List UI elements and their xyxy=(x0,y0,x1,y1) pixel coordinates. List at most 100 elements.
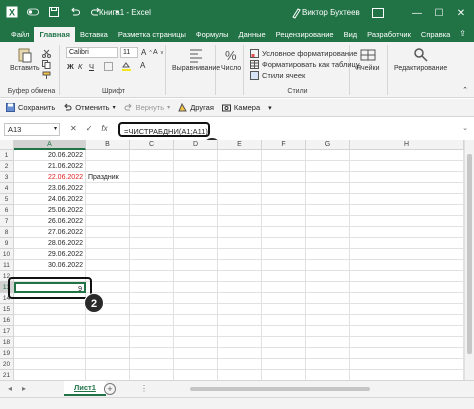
grid-cell[interactable] xyxy=(218,304,262,315)
grid-cell[interactable] xyxy=(262,337,306,348)
grid-cell[interactable] xyxy=(306,194,350,205)
grid-cell[interactable] xyxy=(262,205,306,216)
grid-cell[interactable] xyxy=(174,216,218,227)
grid-cell[interactable] xyxy=(130,238,174,249)
grid-cell[interactable] xyxy=(14,304,86,315)
spreadsheet-grid[interactable]: A B C D E F G H 1 20.06.2022 2 21.06.2022 3 2… xyxy=(0,140,474,380)
grid-cell[interactable] xyxy=(130,227,174,238)
grid-cell[interactable]: 20.06.2022 xyxy=(14,150,86,161)
grid-cell[interactable] xyxy=(14,370,86,380)
grid-cell[interactable] xyxy=(174,326,218,337)
grid-cell[interactable] xyxy=(174,194,218,205)
expand-formula-bar-icon[interactable]: ⌄ xyxy=(462,124,468,132)
grid-cell[interactable] xyxy=(218,271,262,282)
maximize-button[interactable]: ☐ xyxy=(430,4,448,22)
grow-font-icon[interactable]: A ^ xyxy=(141,48,152,57)
grid-cell[interactable] xyxy=(306,238,350,249)
grid-cell[interactable] xyxy=(86,260,130,271)
font-size-select[interactable]: 11 xyxy=(120,47,138,58)
row-header[interactable]: 2 xyxy=(0,161,14,172)
undo-button[interactable]: Отменить ▾ xyxy=(63,103,116,112)
grid-cell[interactable] xyxy=(174,172,218,183)
cancel-formula-icon[interactable]: ✕ xyxy=(70,124,77,133)
grid-cell[interactable] xyxy=(262,172,306,183)
row-header[interactable]: 8 xyxy=(0,227,14,238)
format-painter-button[interactable] xyxy=(42,71,51,80)
minimize-button[interactable]: — xyxy=(408,4,426,22)
grid-cell[interactable] xyxy=(130,216,174,227)
font-color-icon[interactable]: A xyxy=(140,61,145,70)
grid-cell[interactable] xyxy=(174,183,218,194)
grid-cell[interactable] xyxy=(262,260,306,271)
grid-cell[interactable] xyxy=(262,238,306,249)
grid-cell[interactable] xyxy=(174,238,218,249)
grid-cell[interactable] xyxy=(218,172,262,183)
grid-cell[interactable] xyxy=(218,260,262,271)
tab-page-layout[interactable]: Разметка страницы xyxy=(113,27,191,42)
grid-cell[interactable]: 29.06.2022 xyxy=(14,249,86,260)
user-name[interactable]: Виктор Бухтеев xyxy=(302,8,360,17)
collapse-ribbon-icon[interactable]: ⌃ xyxy=(462,86,468,94)
ribbon-display-options-icon[interactable] xyxy=(372,8,384,18)
underline-button[interactable]: Ч xyxy=(89,62,94,71)
grid-cell[interactable] xyxy=(350,238,464,249)
grid-cell[interactable] xyxy=(262,293,306,304)
grid-cell[interactable] xyxy=(306,348,350,359)
grid-cell[interactable] xyxy=(86,150,130,161)
grid-cell[interactable]: 21.06.2022 xyxy=(14,161,86,172)
grid-cell[interactable] xyxy=(350,359,464,370)
grid-cell[interactable] xyxy=(218,282,262,293)
grid-cell[interactable] xyxy=(130,260,174,271)
row-header[interactable]: 18 xyxy=(0,337,14,348)
grid-cell[interactable] xyxy=(262,150,306,161)
grid-cell[interactable] xyxy=(350,216,464,227)
grid-cell[interactable] xyxy=(306,315,350,326)
grid-cell[interactable] xyxy=(306,370,350,380)
grid-cell[interactable] xyxy=(86,227,130,238)
name-box[interactable]: A13 ▾ xyxy=(4,123,60,136)
fill-color-icon[interactable] xyxy=(122,62,131,71)
grid-cell[interactable] xyxy=(350,161,464,172)
row-header[interactable]: 21 xyxy=(0,370,14,380)
grid-cell[interactable] xyxy=(350,249,464,260)
grid-cell[interactable]: 25.06.2022 xyxy=(14,205,86,216)
redo-button[interactable]: Вернуть ▾ xyxy=(124,103,170,112)
grid-cell[interactable] xyxy=(306,216,350,227)
autosave-toggle-icon[interactable] xyxy=(27,6,39,18)
grid-cell[interactable] xyxy=(130,205,174,216)
grid-cell[interactable] xyxy=(86,205,130,216)
grid-cell[interactable] xyxy=(306,205,350,216)
save-button[interactable]: Сохранить xyxy=(6,103,55,112)
grid-cell[interactable] xyxy=(174,249,218,260)
vertical-scroll-thumb[interactable] xyxy=(467,154,472,354)
grid-cell[interactable] xyxy=(174,370,218,380)
undo-icon[interactable] xyxy=(69,6,81,18)
grid-cell[interactable] xyxy=(350,205,464,216)
editing-button[interactable]: Редактирование xyxy=(394,47,447,72)
grid-cell[interactable] xyxy=(306,183,350,194)
grid-cell[interactable] xyxy=(262,315,306,326)
tab-help[interactable]: Справка xyxy=(416,27,455,42)
grid-cell[interactable] xyxy=(14,315,86,326)
row-header[interactable]: 10 xyxy=(0,249,14,260)
grid-cell[interactable] xyxy=(174,271,218,282)
grid-cell[interactable] xyxy=(218,249,262,260)
grid-cell[interactable] xyxy=(218,337,262,348)
grid-cell[interactable]: 23.06.2022 xyxy=(14,183,86,194)
shrink-font-icon[interactable]: Av xyxy=(153,49,163,56)
other-button[interactable]: Другая xyxy=(178,103,214,112)
grid-cell[interactable] xyxy=(130,370,174,380)
grid-cell[interactable] xyxy=(86,370,130,380)
tab-view[interactable]: Вид xyxy=(339,27,363,42)
grid-cell[interactable] xyxy=(350,315,464,326)
grid-cell[interactable] xyxy=(130,282,174,293)
horizontal-scrollbar[interactable] xyxy=(150,386,470,392)
grid-cell[interactable] xyxy=(350,282,464,293)
grid-cell[interactable] xyxy=(218,183,262,194)
grid-cell[interactable] xyxy=(350,150,464,161)
grid-cell[interactable] xyxy=(306,249,350,260)
italic-button[interactable]: К xyxy=(78,62,82,71)
grid-cell[interactable] xyxy=(86,348,130,359)
grid-cell[interactable] xyxy=(174,337,218,348)
grid-cell[interactable] xyxy=(130,315,174,326)
